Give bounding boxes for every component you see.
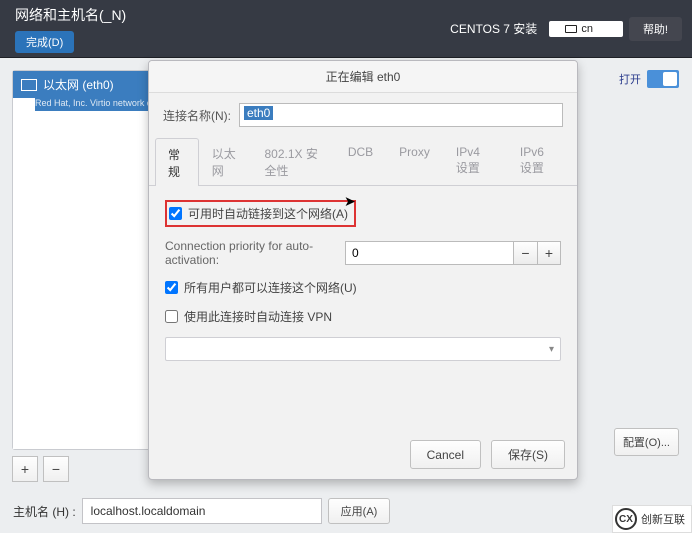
vpn-row: 使用此连接时自动连接 VPN [165,308,561,325]
connection-name-value: eth0 [244,106,273,120]
auto-connect-checkbox[interactable] [169,207,182,220]
save-button[interactable]: 保存(S) [491,440,565,469]
priority-minus-button[interactable]: − [513,241,537,265]
all-users-row: 所有用户都可以连接这个网络(U) [165,279,561,296]
connection-name-row: 连接名称(N): eth0 [163,103,563,127]
priority-plus-button[interactable]: + [537,241,561,265]
add-nic-button[interactable]: + [12,456,38,482]
keyboard-icon [565,25,577,33]
priority-row: Connection priority for auto-activation:… [165,239,561,267]
toggle-row: 打开 [619,70,679,88]
hostname-input[interactable] [82,498,322,524]
dialog-footer: Cancel 保存(S) [410,440,565,469]
all-users-checkbox[interactable] [165,281,178,294]
watermark: CX 创新互联 [612,505,692,533]
language-code: cn [581,23,593,35]
auto-connect-row: 可用时自动链接到这个网络(A) [165,200,561,227]
cancel-button[interactable]: Cancel [410,440,481,469]
all-users-label: 所有用户都可以连接这个网络(U) [184,279,357,296]
top-bar: 网络和主机名(_N) 完成(D) CENTOS 7 安装 cn 帮助! [0,0,692,58]
vpn-label: 使用此连接时自动连接 VPN [184,308,332,325]
help-button[interactable]: 帮助! [629,17,682,41]
dialog-tabs: 常规 以太网 802.1X 安全性 DCB Proxy IPv4 设置 IPv6… [149,137,577,186]
top-right: CENTOS 7 安装 cn 帮助! [450,17,682,41]
nic-icon [21,79,37,91]
nic-toggle[interactable] [647,70,679,88]
dialog-title: 正在编辑 eth0 [149,61,577,93]
apply-button[interactable]: 应用(A) [328,498,391,524]
host-row: 主机名 (H) : 应用(A) [13,498,390,524]
hostname-label: 主机名 (H) : [13,503,76,520]
priority-input[interactable] [345,241,513,265]
tab-ipv6[interactable]: IPv6 设置 [507,137,571,185]
auto-connect-label: 可用时自动链接到这个网络(A) [188,205,348,222]
edit-connection-dialog: 正在编辑 eth0 连接名称(N): eth0 常规 以太网 802.1X 安全… [148,60,578,480]
tab-ethernet[interactable]: 以太网 [199,137,252,185]
tab-ipv4[interactable]: IPv4 设置 [443,137,507,185]
connection-name-label: 连接名称(N): [163,107,231,124]
installer-title: CENTOS 7 安装 [450,20,537,37]
remove-nic-button[interactable]: − [43,456,69,482]
tab-8021x[interactable]: 802.1X 安全性 [251,137,334,185]
vpn-select[interactable] [165,337,561,361]
toggle-label: 打开 [619,71,641,87]
main-area: 以太网 (eth0) Red Hat, Inc. Virtio network … [0,58,692,533]
watermark-text: 创新互联 [641,511,685,527]
priority-label: Connection priority for auto-activation: [165,239,339,267]
dialog-body: 连接名称(N): eth0 常规 以太网 802.1X 安全性 DCB Prox… [149,93,577,373]
configure-button[interactable]: 配置(O)... [614,428,679,456]
priority-spinner: − + [345,241,561,265]
connection-name-input[interactable]: eth0 [239,103,563,127]
watermark-logo-icon: CX [615,508,637,530]
tab-proxy[interactable]: Proxy [386,137,443,185]
top-left: 网络和主机名(_N) 完成(D) [15,5,126,53]
tab-general[interactable]: 常规 [155,138,199,186]
screen-title: 网络和主机名(_N) [15,5,126,25]
tab-dcb[interactable]: DCB [335,137,386,185]
done-button[interactable]: 完成(D) [15,31,74,53]
language-indicator[interactable]: cn [549,21,623,37]
nic-name: 以太网 (eth0) [43,76,114,93]
tab-content-general: 可用时自动链接到这个网络(A) ➤ Connection priority fo… [163,186,563,367]
vpn-checkbox[interactable] [165,310,178,323]
auto-connect-highlight: 可用时自动链接到这个网络(A) [165,200,356,227]
